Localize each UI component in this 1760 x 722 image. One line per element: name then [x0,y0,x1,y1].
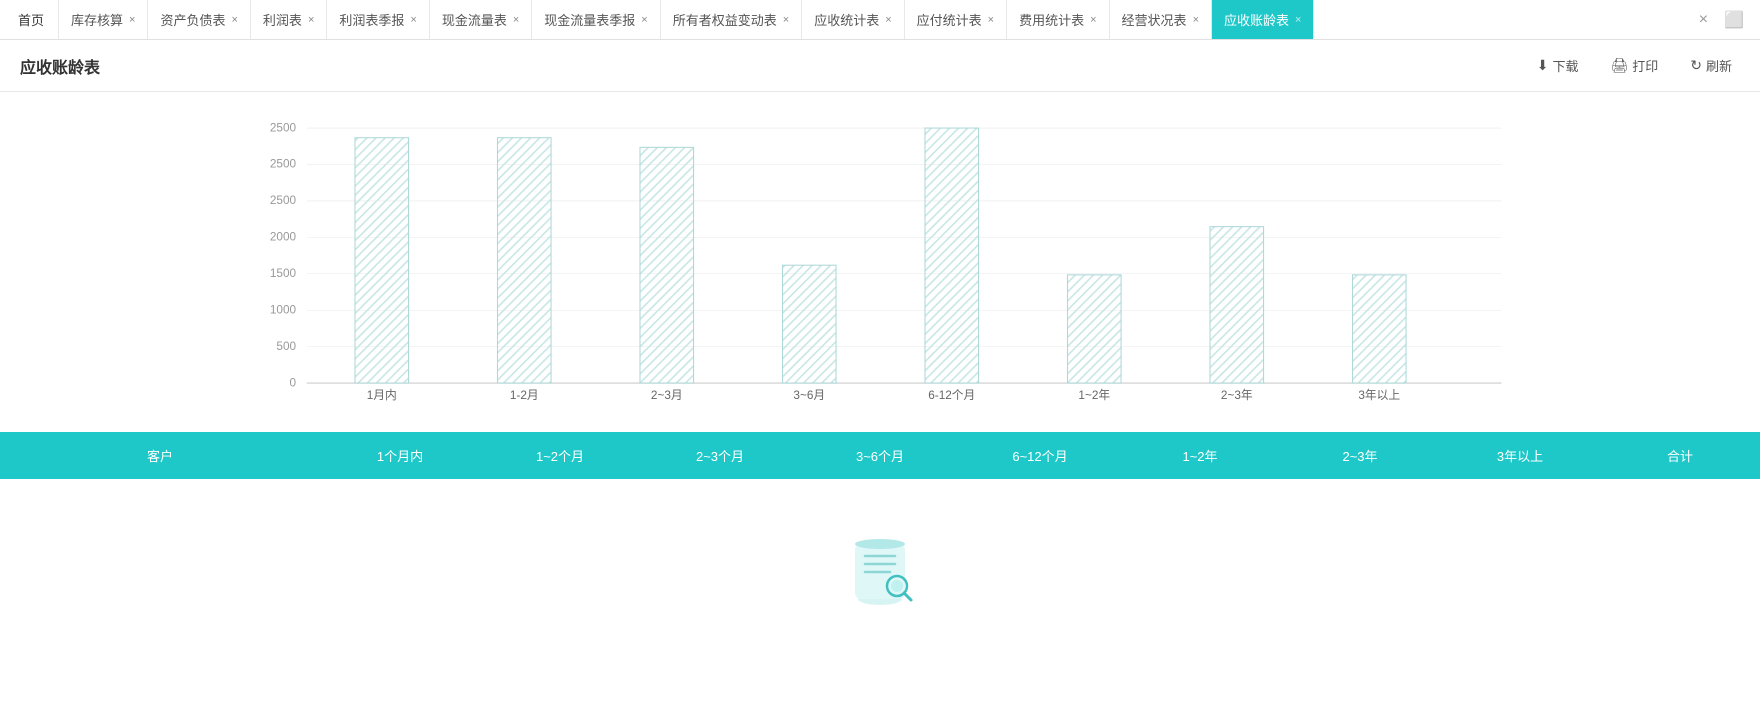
tab-close-balance[interactable]: × [231,14,237,26]
tab-ap-stats[interactable]: 应付统计表 × [905,0,1007,40]
tab-label: 库存核算 [71,10,123,29]
svg-text:500: 500 [276,340,296,353]
tab-cashflow[interactable]: 现金流量表 × [430,0,532,40]
tab-close-profit-quarterly[interactable]: × [410,14,416,26]
page-header: 应收账龄表 ⬇ 下载 🖨 打印 ↻ 刷新 [0,40,1760,92]
chart-container: 2500 2500 2500 2000 1500 1000 500 0 [30,112,1730,412]
tab-bar: 首页 库存核算×资产负债表×利润表×利润表季报×现金流量表×现金流量表季报×所有… [0,0,1760,40]
bar-1-2月 [498,138,552,383]
bar-3-6月 [783,265,837,383]
tab-close-operations[interactable]: × [1193,14,1199,26]
svg-text:1-2月: 1-2月 [510,389,539,402]
tab-close-profit[interactable]: × [308,14,314,26]
print-label: 打印 [1632,56,1658,75]
col-header-1~2个月: 1~2个月 [480,432,640,479]
col-header-1个月内: 1个月内 [320,432,480,479]
tab-label: 应付统计表 [917,10,982,29]
svg-text:1000: 1000 [270,303,297,316]
chart-area: 2500 2500 2500 2000 1500 1000 500 0 [0,92,1760,432]
window-controls: × ⬜ [1695,8,1756,32]
page-title: 应收账龄表 [20,54,100,78]
tab-close-ap-stats[interactable]: × [988,14,994,26]
tab-label: 应收账龄表 [1224,10,1289,29]
tab-balance[interactable]: 资产负债表 × [148,0,250,40]
refresh-button[interactable]: ↻ 刷新 [1682,52,1740,79]
svg-text:6-12个月: 6-12个月 [928,389,975,402]
tab-ar-aging[interactable]: 应收账龄表 × [1212,0,1314,40]
tab-profit[interactable]: 利润表 × [251,0,327,40]
tab-label: 应收统计表 [814,10,879,29]
empty-state [0,479,1760,659]
svg-text:3年以上: 3年以上 [1358,388,1400,402]
tab-label: 经营状况表 [1122,10,1187,29]
svg-text:2000: 2000 [270,231,297,244]
svg-text:1~2年: 1~2年 [1078,388,1110,402]
bar-6-12月 [925,128,979,383]
svg-text:2500: 2500 [270,158,297,171]
tab-operations[interactable]: 经营状况表 × [1110,0,1212,40]
refresh-label: 刷新 [1706,56,1732,75]
col-header-2~3年: 2~3年 [1280,432,1440,479]
download-label: 下载 [1552,56,1578,75]
col-header-1~2年: 1~2年 [1120,432,1280,479]
tab-home-label: 首页 [18,10,44,29]
tab-label: 资产负债表 [160,10,225,29]
tab-profit-quarterly[interactable]: 利润表季报 × [327,0,429,40]
svg-text:2~3月: 2~3月 [651,389,683,402]
bar-1-2年 [1068,275,1122,383]
tab-close-cashflow[interactable]: × [513,14,519,26]
tab-label: 利润表季报 [339,10,404,29]
tab-label: 利润表 [263,10,302,29]
tab-close-inventory[interactable]: × [129,14,135,26]
svg-text:2~3年: 2~3年 [1221,388,1253,402]
tab-close-equity[interactable]: × [783,14,789,26]
tab-label: 现金流量表季报 [544,10,635,29]
header-actions: ⬇ 下载 🖨 打印 ↻ 刷新 [1529,52,1740,79]
bar-chart: 2500 2500 2500 2000 1500 1000 500 0 [30,112,1730,412]
col-header-3年以上: 3年以上 [1440,432,1600,479]
bar-2-3月 [640,147,694,383]
tab-expense-stats[interactable]: 费用统计表 × [1007,0,1109,40]
bar-3年以上 [1353,275,1407,383]
tab-equity[interactable]: 所有者权益变动表 × [661,0,802,40]
svg-text:0: 0 [290,376,297,389]
svg-text:1500: 1500 [270,267,297,280]
svg-text:2500: 2500 [270,121,297,134]
svg-text:2500: 2500 [270,194,297,207]
col-header-3~6个月: 3~6个月 [800,432,960,479]
tab-ar-stats[interactable]: 应收统计表 × [802,0,904,40]
print-icon: 🖨 [1610,57,1628,74]
bar-2-3年 [1210,227,1264,383]
download-icon: ⬇ [1537,57,1549,74]
download-button[interactable]: ⬇ 下载 [1529,52,1587,79]
bar-1月内 [355,138,409,383]
tab-close-ar-aging[interactable]: × [1295,14,1301,26]
tab-cashflow-quarterly[interactable]: 现金流量表季报 × [532,0,660,40]
tab-close-cashflow-quarterly[interactable]: × [641,14,647,26]
refresh-icon: ↻ [1690,57,1702,74]
tab-label: 费用统计表 [1019,10,1084,29]
col-header-客户: 客户 [0,432,320,479]
print-button[interactable]: 🖨 打印 [1602,52,1666,79]
svg-text:1月内: 1月内 [367,388,397,402]
col-header-合计: 合计 [1600,432,1760,479]
tab-label: 所有者权益变动表 [673,10,777,29]
tab-home[interactable]: 首页 [4,0,59,40]
close-button[interactable]: × [1695,9,1712,31]
col-header-2~3个月: 2~3个月 [640,432,800,479]
maximize-button[interactable]: ⬜ [1720,8,1748,32]
main-content: 2500 2500 2500 2000 1500 1000 500 0 [0,92,1760,722]
tab-label: 现金流量表 [442,10,507,29]
svg-text:3~6月: 3~6月 [793,389,825,402]
tab-close-ar-stats[interactable]: × [885,14,891,26]
tab-inventory[interactable]: 库存核算 × [59,0,148,40]
table-header: 客户1个月内1~2个月2~3个月3~6个月6~12个月1~2年2~3年3年以上合… [0,432,1760,479]
empty-illustration [835,524,925,614]
tab-close-expense-stats[interactable]: × [1090,14,1096,26]
col-header-6~12个月: 6~12个月 [960,432,1120,479]
